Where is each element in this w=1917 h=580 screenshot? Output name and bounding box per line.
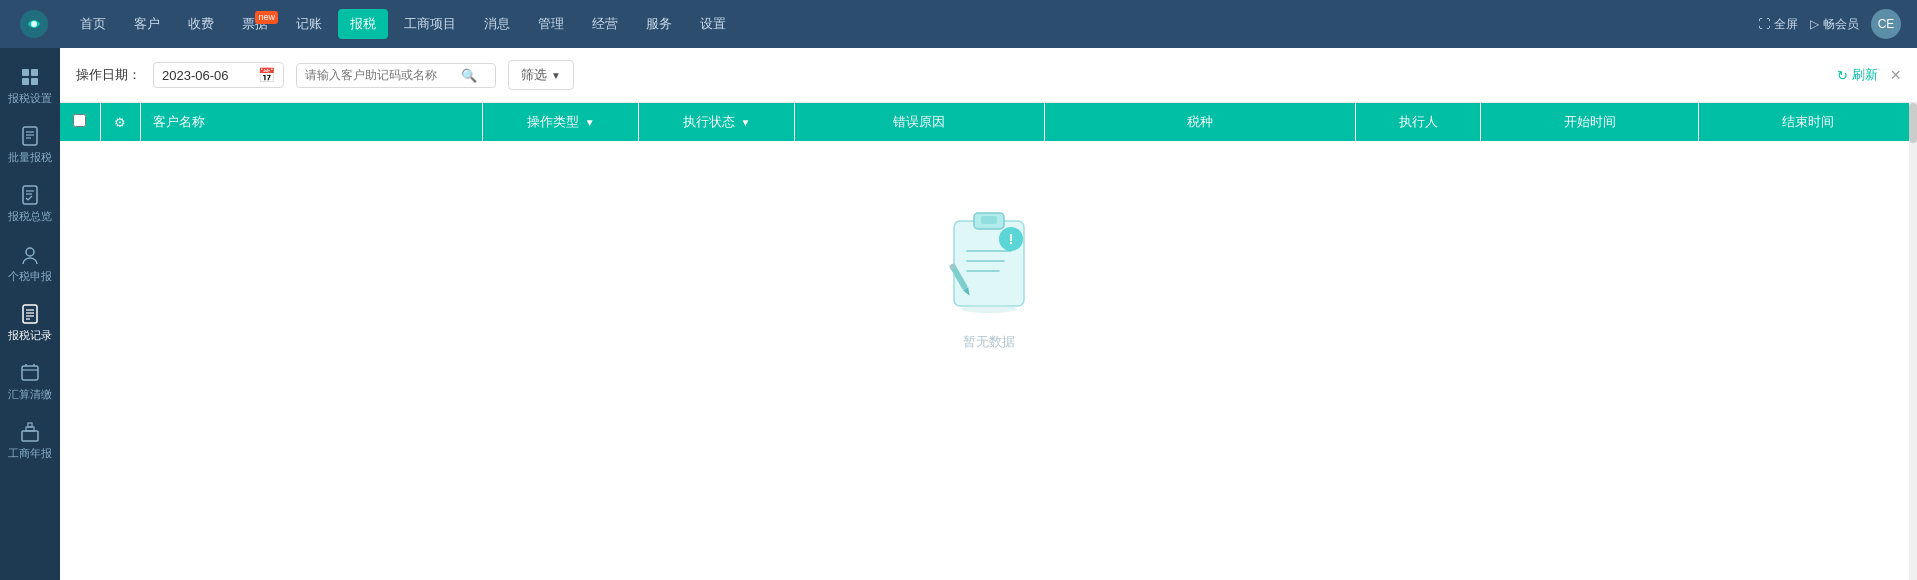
svg-rect-4 xyxy=(22,78,29,85)
sidebar: 报税设置 批量报税 报税总览 xyxy=(0,48,60,580)
th-checkbox[interactable] xyxy=(60,103,100,141)
svg-rect-5 xyxy=(31,78,38,85)
fullscreen-icon: ⛶ xyxy=(1758,17,1770,31)
th-error-reason: 错误原因 xyxy=(795,103,1044,141)
filter-button[interactable]: 筛选 ▼ xyxy=(508,60,574,90)
video-icon: ▷ xyxy=(1810,17,1819,31)
nav-manage[interactable]: 管理 xyxy=(526,9,576,39)
svg-rect-10 xyxy=(23,186,37,204)
refresh-button[interactable]: ↻ 刷新 xyxy=(1837,66,1878,84)
table-body: ! 暂无数据 xyxy=(60,141,1917,411)
nav-account[interactable]: 记账 xyxy=(284,9,334,39)
svg-point-13 xyxy=(26,248,34,256)
svg-rect-3 xyxy=(31,69,38,76)
sidebar-item-annual-report[interactable]: 工商年报 xyxy=(0,411,60,470)
date-label: 操作日期： xyxy=(76,66,141,84)
nav-operation[interactable]: 经营 xyxy=(580,9,630,39)
table-container: ⚙ 客户名称 操作类型 ▼ 执行状态 ▼ xyxy=(60,103,1917,580)
avatar[interactable]: CE xyxy=(1871,9,1901,39)
scrollbar[interactable] xyxy=(1909,103,1917,580)
search-icon: 🔍 xyxy=(461,68,477,83)
settlement-icon xyxy=(19,362,41,384)
svg-point-1 xyxy=(31,21,37,27)
nav-message[interactable]: 消息 xyxy=(472,9,522,39)
member-button[interactable]: ▷ 畅会员 xyxy=(1810,16,1859,33)
th-tax-type: 税种 xyxy=(1044,103,1356,141)
filter-icon: ▼ xyxy=(741,117,751,128)
svg-rect-14 xyxy=(23,305,37,323)
date-input-wrapper[interactable]: 📅 xyxy=(153,62,284,88)
th-client-name: 客户名称 xyxy=(140,103,483,141)
th-end-time: 结束时间 xyxy=(1699,103,1917,141)
empty-row: ! 暂无数据 xyxy=(60,141,1917,411)
sidebar-item-label: 批量报税 xyxy=(8,151,52,164)
sidebar-item-tax-settings[interactable]: 报税设置 xyxy=(0,56,60,115)
calendar-icon: 📅 xyxy=(258,67,275,83)
select-all-checkbox[interactable] xyxy=(73,114,86,127)
tax-summary-icon xyxy=(19,184,41,206)
nav-service[interactable]: 服务 xyxy=(634,9,684,39)
search-input[interactable] xyxy=(305,68,455,82)
content-area: 操作日期： 📅 🔍 筛选 ▼ ↻ 刷新 × xyxy=(60,48,1917,580)
batch-tax-icon xyxy=(19,125,41,147)
svg-rect-23 xyxy=(28,423,32,427)
settings-icon: ⚙ xyxy=(114,115,126,130)
top-nav-right: ⛶ 全屏 ▷ 畅会员 CE xyxy=(1758,9,1901,39)
nav-invoice[interactable]: 票据 new xyxy=(230,9,280,39)
empty-illustration: ! xyxy=(939,201,1039,321)
filter-icon: ▼ xyxy=(585,117,595,128)
refresh-icon: ↻ xyxy=(1837,68,1848,83)
svg-text:!: ! xyxy=(1008,231,1013,247)
sidebar-item-settlement[interactable]: 汇算清缴 xyxy=(0,352,60,411)
th-start-time: 开始时间 xyxy=(1481,103,1699,141)
new-badge: new xyxy=(255,11,278,24)
nav-client[interactable]: 客户 xyxy=(122,9,172,39)
sidebar-item-batch-tax[interactable]: 批量报税 xyxy=(0,115,60,174)
annual-report-icon xyxy=(19,421,41,443)
close-button[interactable]: × xyxy=(1890,66,1901,84)
sidebar-item-label: 报税记录 xyxy=(8,329,52,342)
empty-text: 暂无数据 xyxy=(963,333,1015,351)
scrollbar-thumb[interactable] xyxy=(1909,103,1917,143)
sidebar-item-personal-tax[interactable]: 个税申报 xyxy=(0,234,60,293)
svg-rect-19 xyxy=(22,366,38,380)
svg-point-35 xyxy=(961,305,1017,313)
toolbar: 操作日期： 📅 🔍 筛选 ▼ ↻ 刷新 × xyxy=(60,48,1917,103)
nav-home[interactable]: 首页 xyxy=(68,9,118,39)
fullscreen-button[interactable]: ⛶ 全屏 xyxy=(1758,16,1798,33)
sidebar-item-label: 工商年报 xyxy=(8,447,52,460)
nav-commerce[interactable]: 工商项目 xyxy=(392,9,468,39)
tax-record-icon xyxy=(19,303,41,325)
search-wrapper[interactable]: 🔍 xyxy=(296,63,496,88)
sidebar-item-label: 报税总览 xyxy=(8,210,52,223)
tax-settings-icon xyxy=(19,66,41,88)
nav-fee[interactable]: 收费 xyxy=(176,9,226,39)
th-operation-type[interactable]: 操作类型 ▼ xyxy=(483,103,639,141)
app-logo[interactable] xyxy=(16,6,52,42)
sidebar-item-label: 汇算清缴 xyxy=(8,388,52,401)
date-input[interactable] xyxy=(162,68,252,83)
empty-state: ! 暂无数据 xyxy=(60,141,1917,411)
svg-rect-6 xyxy=(23,127,37,145)
chevron-down-icon: ▼ xyxy=(551,70,561,81)
th-settings[interactable]: ⚙ xyxy=(100,103,140,141)
th-executor: 执行人 xyxy=(1356,103,1481,141)
nav-items: 首页 客户 收费 票据 new 记账 报税 工商项目 消息 管理 经营 服务 设… xyxy=(68,9,1758,39)
svg-rect-2 xyxy=(22,69,29,76)
top-navigation: 首页 客户 收费 票据 new 记账 报税 工商项目 消息 管理 经营 服务 设… xyxy=(0,0,1917,48)
nav-settings[interactable]: 设置 xyxy=(688,9,738,39)
personal-tax-icon xyxy=(19,244,41,266)
sidebar-item-label: 报税设置 xyxy=(8,92,52,105)
svg-rect-21 xyxy=(22,431,38,441)
data-table: ⚙ 客户名称 操作类型 ▼ 执行状态 ▼ xyxy=(60,103,1917,411)
th-exec-status[interactable]: 执行状态 ▼ xyxy=(639,103,795,141)
main-layout: 报税设置 批量报税 报税总览 xyxy=(0,48,1917,580)
sidebar-item-tax-summary[interactable]: 报税总览 xyxy=(0,174,60,233)
svg-rect-26 xyxy=(981,216,997,224)
table-header-row: ⚙ 客户名称 操作类型 ▼ 执行状态 ▼ xyxy=(60,103,1917,141)
toolbar-right: ↻ 刷新 × xyxy=(1837,66,1901,84)
sidebar-item-label: 个税申报 xyxy=(8,270,52,283)
sidebar-item-tax-record[interactable]: 报税记录 xyxy=(0,293,60,352)
nav-tax[interactable]: 报税 xyxy=(338,9,388,39)
